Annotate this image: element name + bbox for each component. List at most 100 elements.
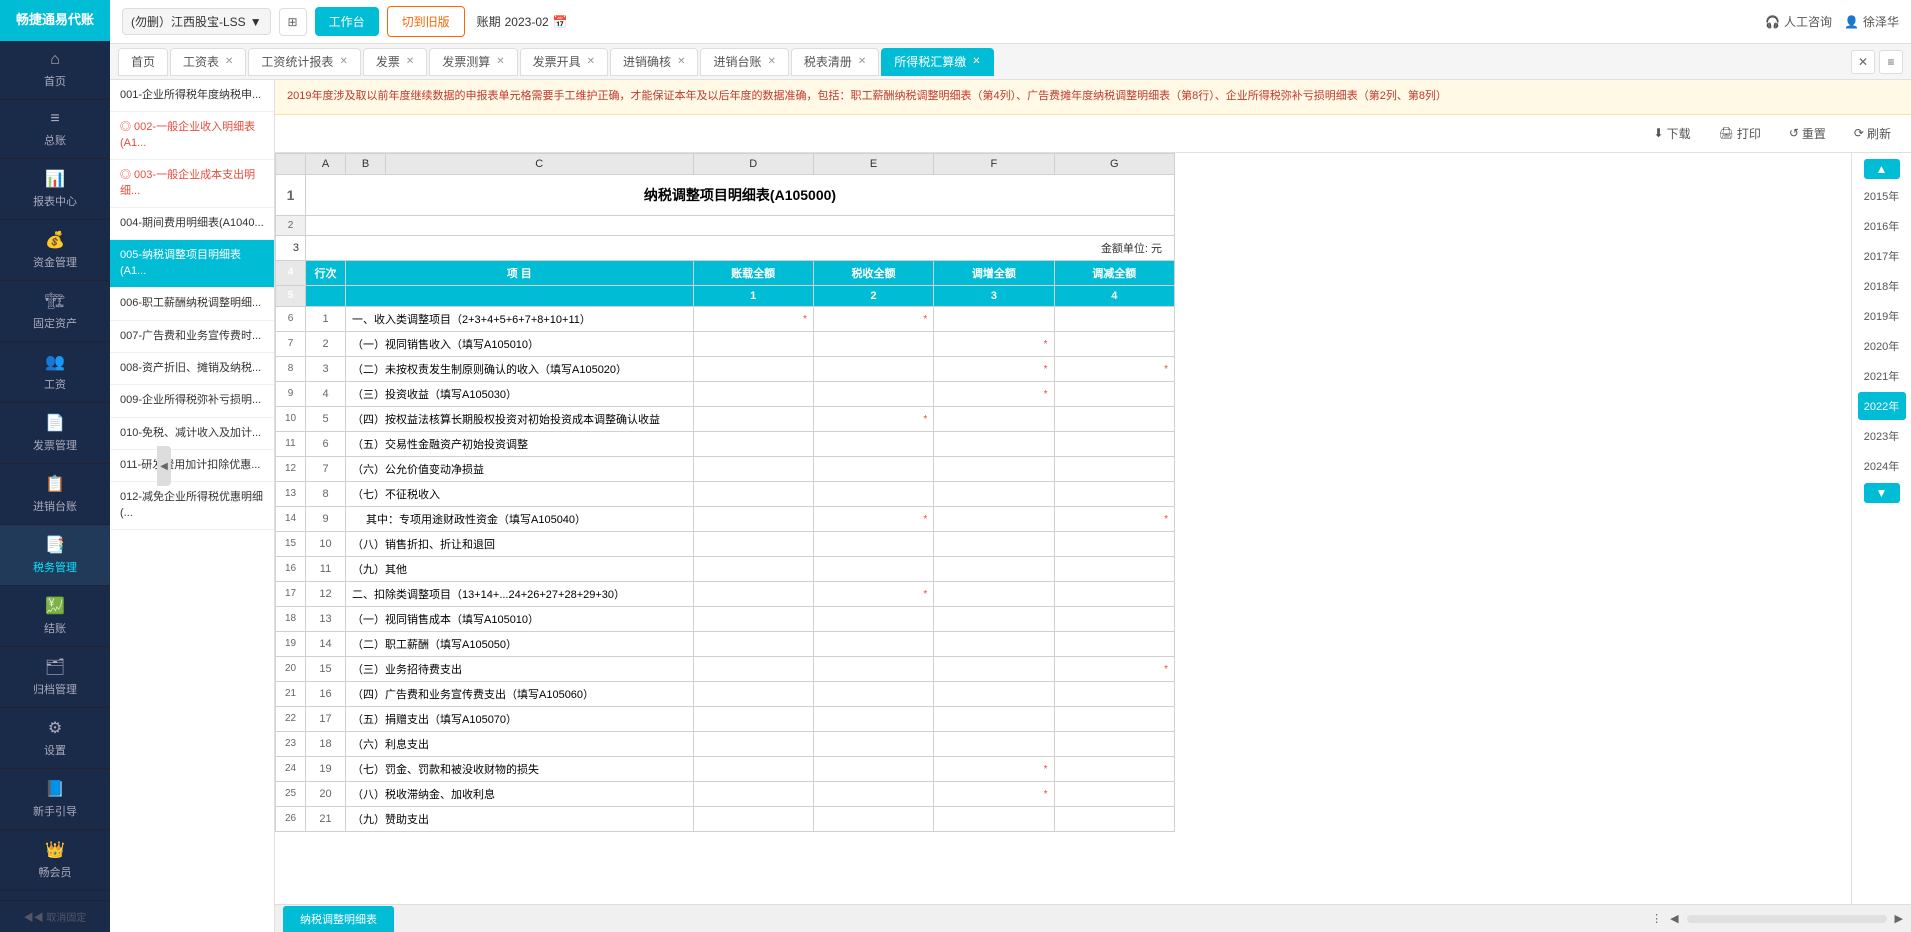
calendar-icon[interactable]: 📅 [553,15,568,29]
close-icon[interactable]: ✕ [972,56,980,67]
sidebar-item-invoice[interactable]: 📄 发票管理 [0,403,110,464]
sidebar-toggle[interactable]: ◀◀ 取消固定 [0,900,110,932]
left-panel-item-006[interactable]: 006-职工薪酬纳税调整明细... [110,288,274,320]
assets-icon: 🏗 [45,291,65,311]
tab-purchase-ledger[interactable]: 进销台账✕ [700,48,788,76]
year-item-2018[interactable]: 2018年 [1858,272,1906,300]
sidebar-item-reports[interactable]: 📊 报表中心 [0,159,110,220]
col-hang-header: 行次 [306,260,346,285]
period-text: 账期 [477,13,501,30]
tax-icon: 📑 [45,535,65,555]
tab-income-tax[interactable]: 所得税汇算缴✕ [881,48,993,76]
print-button[interactable]: 🖨 打印 [1711,121,1769,146]
table-row: 12 7 （六）公允价值变动净损益 [276,456,1175,481]
topbar-right: 🎧 人工咨询 👤 徐泽华 [1765,13,1899,30]
left-panel-item-007[interactable]: 007-广告费和业务宣传费时... [110,321,274,353]
sidebar-item-home[interactable]: ⌂ 首页 [0,41,110,100]
sidebar-item-archive[interactable]: 🗂 归档管理 [0,647,110,708]
left-panel-item-005[interactable]: 005-纳税调整项目明细表(A1... [110,240,274,288]
sidebar-item-purchase[interactable]: 📋 进销台账 [0,464,110,525]
left-panel-item-003[interactable]: ◎ 003-一般企业成本支出明细... [110,160,274,208]
table-title: 纳税调整项目明细表(A105000) [306,174,1175,215]
close-books-icon: 💹 [45,596,65,616]
year-item-2017[interactable]: 2017年 [1858,242,1906,270]
sidebar-item-assets[interactable]: 🏗 固定资产 [0,281,110,342]
finance-icon: 💰 [45,230,65,250]
close-icon[interactable]: ✕ [587,56,595,67]
scroll-right-icon[interactable]: ▶ [1895,912,1903,925]
sidebar-item-label: 设置 [44,742,66,758]
table-row: 24 19 （七）罚金、罚款和被没收财物的损失 * [276,756,1175,781]
sidebar-item-guide[interactable]: 📘 新手引导 [0,769,110,830]
tab-invoice-calc[interactable]: 发票测算✕ [429,48,517,76]
year-item-2022[interactable]: 2022年 [1858,392,1906,420]
left-panel-item-009[interactable]: 009-企业所得税弥补亏损明... [110,385,274,417]
company-selector[interactable]: (勿删）江西股宝-LSS ▼ [122,8,271,35]
close-icon[interactable]: ✕ [225,56,233,67]
close-icon[interactable]: ✕ [767,56,775,67]
company-label: (勿删）江西股宝-LSS [131,13,246,30]
reset-button[interactable]: ↺ 重置 [1781,121,1834,146]
year-item-2016[interactable]: 2016年 [1858,212,1906,240]
left-panel-item-010[interactable]: 010-免税、减计收入及加计... [110,418,274,450]
tab-invoice[interactable]: 发票✕ [363,48,427,76]
refresh-button[interactable]: ⟳ 刷新 [1846,121,1899,146]
scroll-bar-area[interactable] [1687,915,1887,923]
left-panel-item-004[interactable]: 004-期间费用明细表(A1040... [110,208,274,240]
sidebar-item-finance[interactable]: 💰 资金管理 [0,220,110,281]
left-panel-item-002[interactable]: ◎ 002-一般企业收入明细表(A1... [110,112,274,160]
panel-collapse-button[interactable]: ◀ [157,446,171,486]
col-1-sub: 1 [693,285,813,306]
left-panel-item-011[interactable]: 011-研发费用加计扣除优惠... [110,450,274,482]
year-item-2023[interactable]: 2023年 [1858,422,1906,450]
tab-salary[interactable]: 工资表✕ [170,48,246,76]
year-item-2015[interactable]: 2015年 [1858,182,1906,210]
tab-tax-list[interactable]: 税表清册✕ [791,48,879,76]
workbench-button[interactable]: 工作台 [315,7,379,36]
user-menu[interactable]: 👤 徐泽华 [1844,13,1899,30]
close-tab-button[interactable]: ✕ [1851,50,1875,74]
tab-salary-report[interactable]: 工资统计报表✕ [248,48,360,76]
service-button[interactable]: 🎧 人工咨询 [1765,13,1832,30]
home-icon: ⌂ [50,51,60,69]
sidebar-item-close[interactable]: 💹 结账 [0,586,110,647]
bottom-tab-detail[interactable]: 纳税调整明细表 [283,906,394,932]
more-tabs-button[interactable]: ≡ [1879,50,1903,74]
sidebar-item-label: 资金管理 [33,254,77,270]
close-icon[interactable]: ✕ [339,56,347,67]
row-num-5: 5 [276,285,306,306]
tab-home[interactable]: 首页 [118,48,168,76]
year-up-button[interactable]: ▲ [1864,159,1900,179]
sidebar-item-label: 畅会员 [39,864,72,880]
sidebar-item-settings[interactable]: ⚙ 设置 [0,708,110,769]
sidebar-item-member[interactable]: 👑 畅会员 [0,830,110,891]
tab-invoice-open[interactable]: 发票开具✕ [520,48,608,76]
close-icon[interactable]: ✕ [677,56,685,67]
close-icon[interactable]: ✕ [858,56,866,67]
year-item-2021[interactable]: 2021年 [1858,362,1906,390]
year-item-2024[interactable]: 2024年 [1858,452,1906,480]
left-panel-item-001[interactable]: 001-企业所得税年度纳税申... [110,80,274,112]
scroll-left-icon[interactable]: ◀ [1670,912,1678,925]
left-panel-item-008[interactable]: 008-资产折旧、摊销及纳税... [110,353,274,385]
table-row: 19 14 （二）职工薪酬（填写A105050） [276,631,1175,656]
left-panel-item-012[interactable]: 012-减免企业所得税优惠明细(... [110,482,274,530]
ledger-icon: ≡ [50,110,59,128]
download-button[interactable]: ⬇ 下载 [1646,121,1699,146]
year-item-2020[interactable]: 2020年 [1858,332,1906,360]
sidebar-item-tax[interactable]: 📑 税务管理 [0,525,110,586]
table-row: 14 9 其中：专项用途财政性资金（填写A105040） * * [276,506,1175,531]
table-row: 2 [276,215,1175,235]
close-icon[interactable]: ✕ [496,56,504,67]
copy-icon-btn[interactable]: ⊞ [279,8,307,36]
spreadsheet-table: A B C D E F G 1 [275,153,1175,832]
sidebar-item-ledger[interactable]: ≡ 总账 [0,100,110,159]
old-version-button[interactable]: 切到旧版 [387,6,465,37]
close-icon[interactable]: ✕ [406,56,414,67]
year-down-button[interactable]: ▼ [1864,483,1900,503]
tab-purchase-check[interactable]: 进销确核✕ [610,48,698,76]
col-2-sub: 2 [813,285,933,306]
year-item-2019[interactable]: 2019年 [1858,302,1906,330]
sidebar-item-salary[interactable]: 👥 工资 [0,342,110,403]
col-header-f: F [934,153,1054,174]
